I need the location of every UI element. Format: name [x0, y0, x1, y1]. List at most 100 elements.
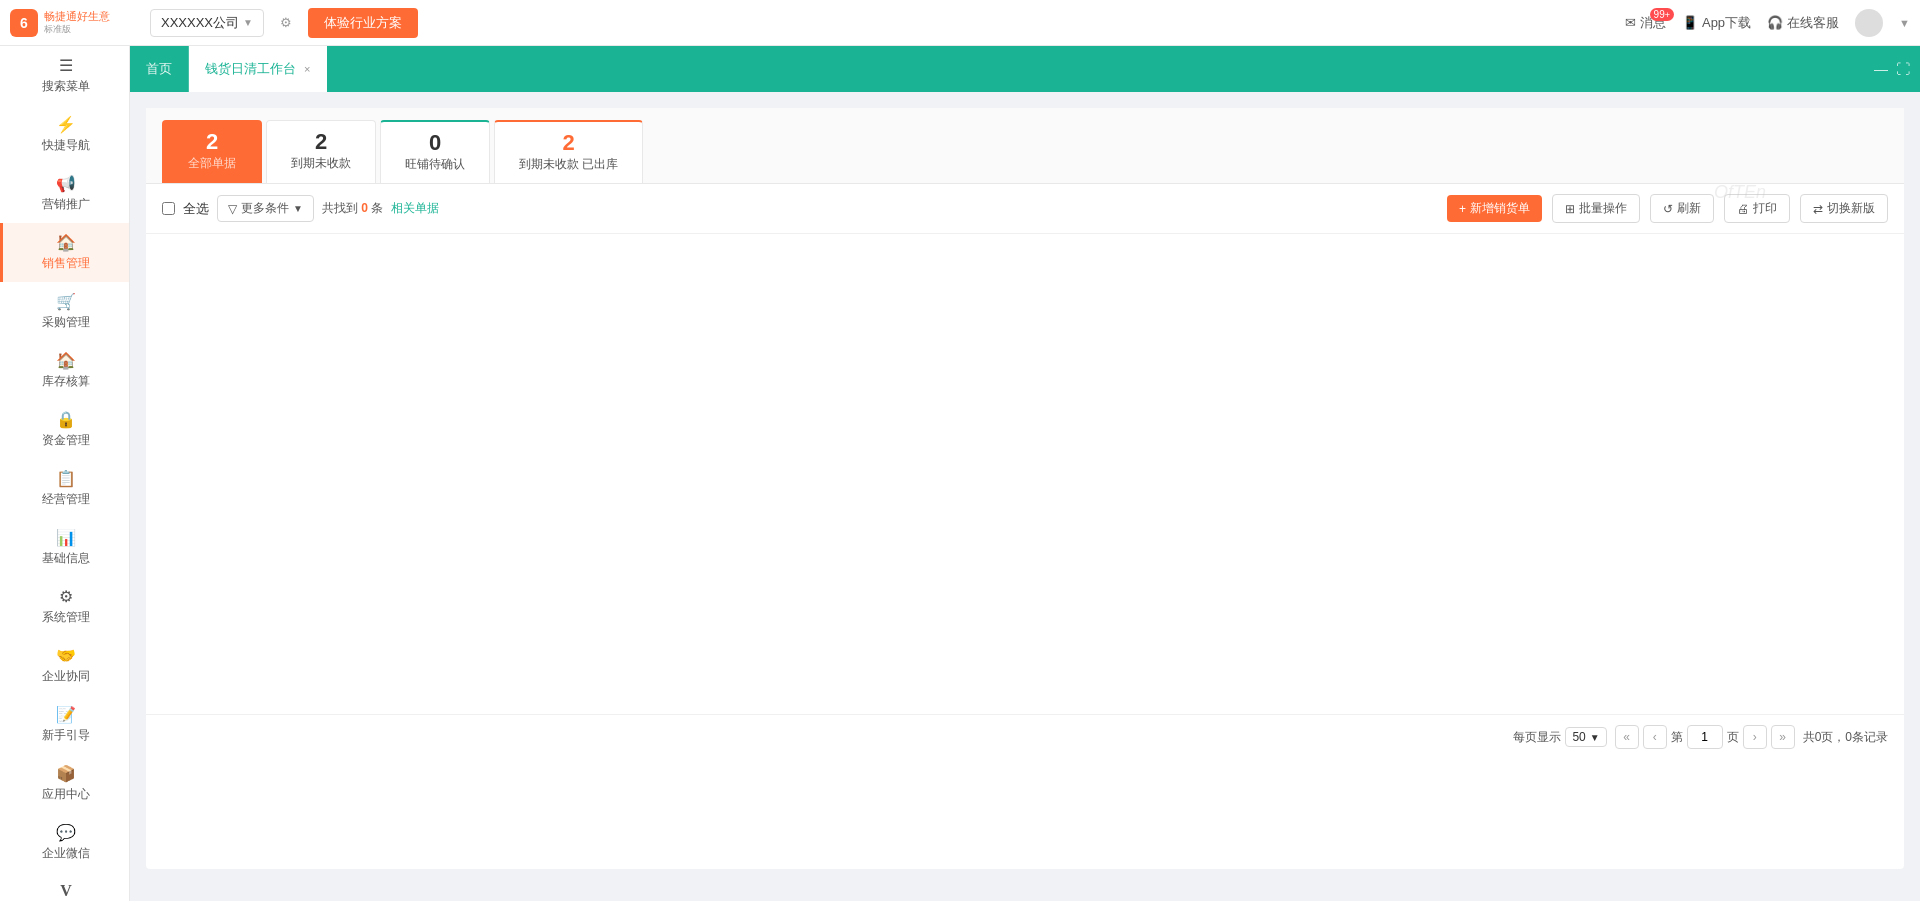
page-size-value: 50 — [1572, 730, 1585, 744]
select-all-checkbox[interactable] — [162, 202, 175, 215]
filter-dropdown-icon: ▼ — [293, 203, 303, 214]
batch-label: 批量操作 — [1579, 200, 1627, 217]
toolbar-right: + 新增销货单 ⊞ 批量操作 ↺ 刷新 🖨 打印 ⇄ 切换新版 — [1447, 194, 1888, 223]
first-page-btn[interactable]: « — [1615, 725, 1639, 749]
sidebar-item-capital[interactable]: 🔒 资金管理 — [0, 400, 129, 459]
next-page-btn[interactable]: › — [1743, 725, 1767, 749]
toolbar-left: 全选 ▽ 更多条件 ▼ 共找到 0 条 相关单据 — [162, 195, 439, 222]
prev-page-btn[interactable]: ‹ — [1643, 725, 1667, 749]
switch-label: 切换新版 — [1827, 200, 1875, 217]
stat-tab-shipped[interactable]: 2 到期未收款 已出库 — [494, 120, 643, 183]
message-btn[interactable]: ✉ 消息 99+ — [1625, 14, 1666, 32]
basic-info-icon: 📊 — [56, 528, 76, 547]
sidebar-item-purchase[interactable]: 🛒 采购管理 — [0, 282, 129, 341]
print-btn[interactable]: 🖨 打印 — [1724, 194, 1790, 223]
stat-tab-overdue[interactable]: 2 到期未收款 — [266, 120, 376, 183]
search-menu-icon: ☰ — [59, 56, 73, 75]
sidebar-item-system[interactable]: ⚙ 系统管理 — [0, 577, 129, 636]
sidebar-label-inventory: 库存核算 — [42, 373, 90, 390]
page-size-label: 每页显示 — [1513, 729, 1561, 746]
tab-close-icon[interactable]: × — [304, 63, 310, 75]
filter-btn[interactable]: ▽ 更多条件 ▼ — [217, 195, 314, 222]
dropdown-arrow-icon: ▼ — [243, 17, 253, 28]
quick-nav-icon: ⚡ — [56, 115, 76, 134]
page-nav: « ‹ 第 页 › » — [1615, 725, 1795, 749]
sidebar-label-system: 系统管理 — [42, 609, 90, 626]
online-service-btn[interactable]: 🎧 在线客服 — [1767, 14, 1839, 32]
sidebar-label-wechat: 企业微信 — [42, 845, 90, 862]
sidebar-item-search[interactable]: ☰ 搜索菜单 — [0, 46, 129, 105]
logo-area: 6 畅捷通好生意 标准版 — [10, 9, 140, 37]
sidebar-item-sales[interactable]: 🏠 销售管理 — [0, 223, 129, 282]
found-text: 共找到 0 条 — [322, 200, 383, 217]
sidebar-label-guide: 新手引导 — [42, 727, 90, 744]
related-link[interactable]: 相关单据 — [391, 200, 439, 217]
online-service-label: 在线客服 — [1787, 14, 1839, 32]
sidebar-item-app-center[interactable]: 📦 应用中心 — [0, 754, 129, 813]
main-content: 2 全部单据 2 到期未收款 0 旺铺待确认 2 到期未收款 已出库 全选 — [130, 92, 1920, 901]
first-page-icon: « — [1623, 730, 1630, 744]
tab-home-label: 首页 — [146, 60, 172, 78]
sidebar-item-member[interactable]: V 畅会员 — [0, 872, 129, 901]
sidebar-item-wechat[interactable]: 💬 企业微信 — [0, 813, 129, 872]
stat-tab-pending[interactable]: 0 旺铺待确认 — [380, 120, 490, 183]
sidebar-item-enterprise[interactable]: 🤝 企业协同 — [0, 636, 129, 695]
sidebar-item-basic-info[interactable]: 📊 基础信息 — [0, 518, 129, 577]
experience-btn[interactable]: 体验行业方案 — [308, 8, 418, 38]
logo-text: 畅捷通好生意 — [44, 9, 110, 23]
user-avatar[interactable] — [1855, 9, 1883, 37]
table-empty — [146, 234, 1904, 714]
system-icon: ⚙ — [59, 587, 73, 606]
page-number-input[interactable] — [1687, 725, 1723, 749]
filter-label: 更多条件 — [241, 200, 289, 217]
sidebar-item-guide[interactable]: 📝 新手引导 — [0, 695, 129, 754]
sidebar-item-marketing[interactable]: 📢 营销推广 — [0, 164, 129, 223]
member-icon: V — [60, 882, 72, 900]
page-size-dropdown[interactable]: 50 ▼ — [1565, 727, 1606, 747]
settings-icon[interactable]: ⚙ — [272, 9, 300, 37]
sidebar-label-quick-nav: 快捷导航 — [42, 137, 90, 154]
sidebar: ☰ 搜索菜单 ⚡ 快捷导航 📢 营销推广 🏠 销售管理 🛒 采购管理 🏠 库存核… — [0, 46, 130, 901]
sidebar-label-purchase: 采购管理 — [42, 314, 90, 331]
tab-bar: 首页 钱货日清工作台 × — ⛶ — [130, 46, 1920, 92]
tab-home[interactable]: 首页 — [130, 46, 189, 92]
pagination-bar: 每页显示 50 ▼ « ‹ 第 页 › — [146, 714, 1904, 759]
app-download-btn[interactable]: 📱 App下载 — [1682, 14, 1751, 32]
wechat-icon: 💬 — [56, 823, 76, 842]
tab-minimize-icon[interactable]: — — [1874, 61, 1888, 77]
sidebar-label-sales: 销售管理 — [42, 255, 90, 272]
tab-expand-icon[interactable]: ⛶ — [1896, 61, 1910, 77]
stat-label-pending: 旺铺待确认 — [405, 156, 465, 173]
sales-icon: 🏠 — [56, 233, 76, 252]
page-label: 第 — [1671, 729, 1683, 746]
switch-version-btn[interactable]: ⇄ 切换新版 — [1800, 194, 1888, 223]
stat-tab-all[interactable]: 2 全部单据 — [162, 120, 262, 183]
page-size-select: 每页显示 50 ▼ — [1513, 727, 1606, 747]
page-suffix: 页 — [1727, 729, 1739, 746]
refresh-icon: ↺ — [1663, 202, 1673, 216]
tab-workbench[interactable]: 钱货日清工作台 × — [189, 46, 327, 92]
sidebar-label-operations: 经营管理 — [42, 491, 90, 508]
refresh-btn[interactable]: ↺ 刷新 — [1650, 194, 1714, 223]
capital-icon: 🔒 — [56, 410, 76, 429]
user-name[interactable]: ▼ — [1899, 17, 1910, 29]
operations-icon: 📋 — [56, 469, 76, 488]
sidebar-item-inventory[interactable]: 🏠 库存核算 — [0, 341, 129, 400]
total-records: 共0页，0条记录 — [1803, 729, 1888, 746]
refresh-label: 刷新 — [1677, 200, 1701, 217]
sidebar-label-app-center: 应用中心 — [42, 786, 90, 803]
service-icon: 🎧 — [1767, 15, 1783, 30]
next-page-icon: › — [1753, 730, 1757, 744]
add-sale-label: 新增销货单 — [1470, 200, 1530, 217]
sidebar-label-basic-info: 基础信息 — [42, 550, 90, 567]
app-download-label: App下载 — [1702, 14, 1751, 32]
last-page-btn[interactable]: » — [1771, 725, 1795, 749]
add-sale-btn[interactable]: + 新增销货单 — [1447, 195, 1542, 222]
sidebar-item-quick-nav[interactable]: ⚡ 快捷导航 — [0, 105, 129, 164]
batch-operation-btn[interactable]: ⊞ 批量操作 — [1552, 194, 1640, 223]
batch-icon: ⊞ — [1565, 202, 1575, 216]
company-selector[interactable]: XXXXXX公司 ▼ — [150, 9, 264, 37]
purchase-icon: 🛒 — [56, 292, 76, 311]
sidebar-item-operations[interactable]: 📋 经营管理 — [0, 459, 129, 518]
page-size-arrow: ▼ — [1590, 732, 1600, 743]
